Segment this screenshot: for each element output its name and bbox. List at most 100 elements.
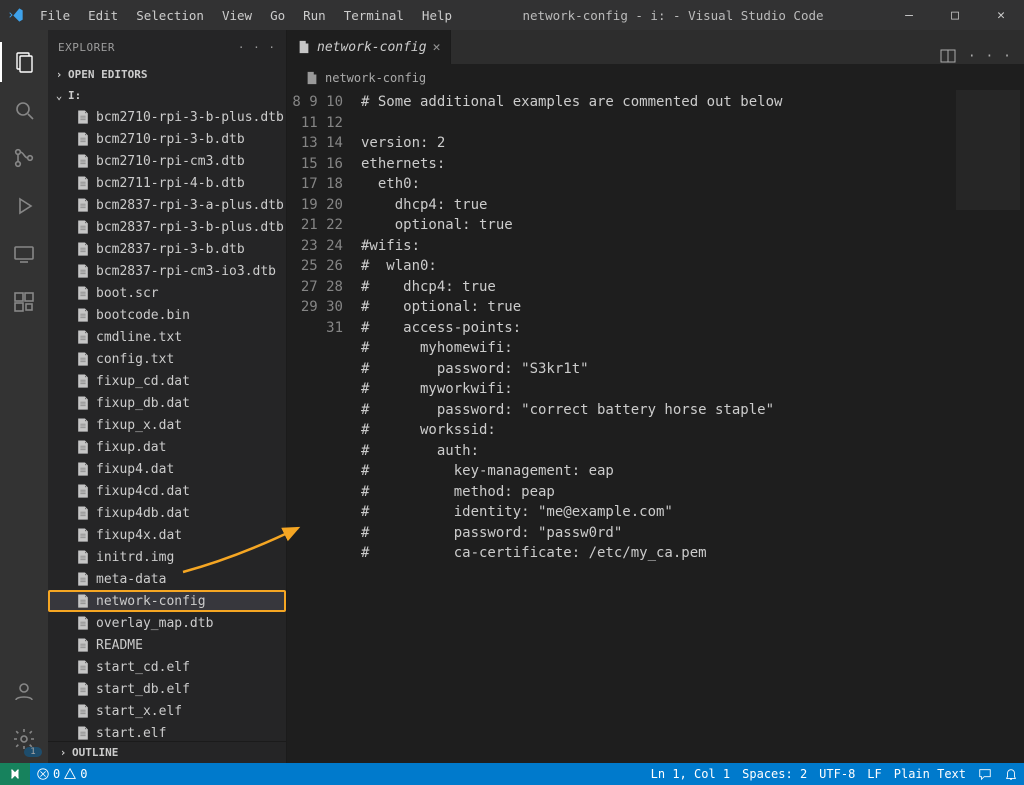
language-status[interactable]: Plain Text xyxy=(888,767,972,781)
tab-close-icon[interactable]: ✕ xyxy=(433,40,441,55)
close-button[interactable]: ✕ xyxy=(978,0,1024,30)
file-item[interactable]: README xyxy=(48,634,286,656)
source-control-activity-icon[interactable] xyxy=(0,134,48,182)
encoding-status[interactable]: UTF-8 xyxy=(813,767,861,781)
file-item[interactable]: fixup.dat xyxy=(48,436,286,458)
file-item[interactable]: fixup4cd.dat xyxy=(48,480,286,502)
open-editors-section[interactable]: › OPEN EDITORS xyxy=(48,64,286,85)
menu-selection[interactable]: Selection xyxy=(128,5,212,26)
menu-terminal[interactable]: Terminal xyxy=(336,5,412,26)
file-icon xyxy=(297,40,311,54)
file-item[interactable]: bcm2710-rpi-3-b.dtb xyxy=(48,128,286,150)
explorer-title: EXPLORER xyxy=(58,41,115,54)
problems-status[interactable]: 0 0 xyxy=(30,767,93,781)
file-name: start.elf xyxy=(96,726,166,741)
file-item[interactable]: bcm2837-rpi-cm3-io3.dtb xyxy=(48,260,286,282)
cursor-position[interactable]: Ln 1, Col 1 xyxy=(645,767,736,781)
file-item[interactable]: bcm2710-rpi-3-b-plus.dtb xyxy=(48,106,286,128)
file-name: fixup.dat xyxy=(96,440,166,455)
tab-bar: network-config ✕ · · · xyxy=(287,30,1024,64)
code-lines: # Some additional examples are commented… xyxy=(361,92,782,763)
explorer-more-icon[interactable]: · · · xyxy=(238,41,276,54)
file-name: start_cd.elf xyxy=(96,660,190,675)
file-name: bcm2710-rpi-3-b-plus.dtb xyxy=(96,110,284,125)
file-item[interactable]: fixup_x.dat xyxy=(48,414,286,436)
file-name: bcm2837-rpi-cm3-io3.dtb xyxy=(96,264,276,279)
menu-run[interactable]: Run xyxy=(295,5,334,26)
file-name: fixup4cd.dat xyxy=(96,484,190,499)
menu-go[interactable]: Go xyxy=(262,5,293,26)
explorer-activity-icon[interactable] xyxy=(0,38,48,86)
editor-more-icon[interactable]: · · · xyxy=(968,49,1012,64)
menu-file[interactable]: File xyxy=(32,5,78,26)
tab-network-config[interactable]: network-config ✕ xyxy=(287,30,451,64)
outline-section[interactable]: › OUTLINE xyxy=(48,741,286,763)
file-item[interactable]: fixup4db.dat xyxy=(48,502,286,524)
file-item[interactable]: config.txt xyxy=(48,348,286,370)
file-name: start_db.elf xyxy=(96,682,190,697)
file-item[interactable]: start_cd.elf xyxy=(48,656,286,678)
folder-root-label: I: xyxy=(68,89,81,102)
maximize-button[interactable]: □ xyxy=(932,0,978,30)
extensions-activity-icon[interactable] xyxy=(0,278,48,326)
file-name: initrd.img xyxy=(96,550,174,565)
run-debug-activity-icon[interactable] xyxy=(0,182,48,230)
menu-help[interactable]: Help xyxy=(414,5,460,26)
file-item[interactable]: network-config xyxy=(48,590,286,612)
file-item[interactable]: start_x.elf xyxy=(48,700,286,722)
file-item[interactable]: start.elf xyxy=(48,722,286,741)
minimize-button[interactable]: – xyxy=(886,0,932,30)
feedback-icon[interactable] xyxy=(972,767,998,781)
file-item[interactable]: fixup4.dat xyxy=(48,458,286,480)
file-item[interactable]: bcm2710-rpi-cm3.dtb xyxy=(48,150,286,172)
notifications-icon[interactable] xyxy=(998,767,1024,781)
file-item[interactable]: boot.scr xyxy=(48,282,286,304)
file-name: fixup_cd.dat xyxy=(96,374,190,389)
file-name: fixup4.dat xyxy=(96,462,174,477)
file-name: cmdline.txt xyxy=(96,330,182,345)
file-name: start_x.elf xyxy=(96,704,182,719)
settings-activity-icon[interactable]: 1 xyxy=(0,715,48,763)
file-item[interactable]: meta-data xyxy=(48,568,286,590)
tab-label: network-config xyxy=(317,40,427,55)
file-item[interactable]: bcm2711-rpi-4-b.dtb xyxy=(48,172,286,194)
file-item[interactable]: bcm2837-rpi-3-b-plus.dtb xyxy=(48,216,286,238)
file-item[interactable]: overlay_map.dtb xyxy=(48,612,286,634)
split-editor-icon[interactable] xyxy=(940,48,956,64)
file-name: bcm2837-rpi-3-b.dtb xyxy=(96,242,245,257)
file-item[interactable]: fixup4x.dat xyxy=(48,524,286,546)
eol-status[interactable]: LF xyxy=(861,767,887,781)
file-item[interactable]: fixup_db.dat xyxy=(48,392,286,414)
search-activity-icon[interactable] xyxy=(0,86,48,134)
remote-indicator[interactable] xyxy=(0,763,30,785)
file-name: bcm2711-rpi-4-b.dtb xyxy=(96,176,245,191)
folder-root-section[interactable]: ⌄ I: xyxy=(48,85,286,106)
file-item[interactable]: cmdline.txt xyxy=(48,326,286,348)
menu-edit[interactable]: Edit xyxy=(80,5,126,26)
file-item[interactable]: bcm2837-rpi-3-a-plus.dtb xyxy=(48,194,286,216)
indentation-status[interactable]: Spaces: 2 xyxy=(736,767,813,781)
title-bar: FileEditSelectionViewGoRunTerminalHelp n… xyxy=(0,0,1024,30)
file-name: README xyxy=(96,638,143,653)
file-item[interactable]: start_db.elf xyxy=(48,678,286,700)
file-name: network-config xyxy=(96,594,206,609)
remote-explorer-activity-icon[interactable] xyxy=(0,230,48,278)
error-icon xyxy=(36,767,50,781)
file-name: boot.scr xyxy=(96,286,159,301)
file-name: fixup4db.dat xyxy=(96,506,190,521)
file-name: fixup_db.dat xyxy=(96,396,190,411)
file-item[interactable]: fixup_cd.dat xyxy=(48,370,286,392)
file-name: bcm2837-rpi-3-b-plus.dtb xyxy=(96,220,284,235)
warning-count: 0 xyxy=(80,767,87,781)
file-item[interactable]: bcm2837-rpi-3-b.dtb xyxy=(48,238,286,260)
menu-view[interactable]: View xyxy=(214,5,260,26)
file-item[interactable]: initrd.img xyxy=(48,546,286,568)
file-name: bcm2837-rpi-3-a-plus.dtb xyxy=(96,198,284,213)
breadcrumb-label: network-config xyxy=(325,71,426,85)
open-editors-label: OPEN EDITORS xyxy=(68,68,147,81)
accounts-activity-icon[interactable] xyxy=(0,667,48,715)
explorer-panel: EXPLORER · · · › OPEN EDITORS ⌄ I: bcm27… xyxy=(48,30,287,763)
breadcrumb[interactable]: network-config xyxy=(287,64,1024,92)
code-editor[interactable]: 8 9 10 11 12 13 14 15 16 17 18 19 20 21 … xyxy=(287,92,1024,763)
file-item[interactable]: bootcode.bin xyxy=(48,304,286,326)
